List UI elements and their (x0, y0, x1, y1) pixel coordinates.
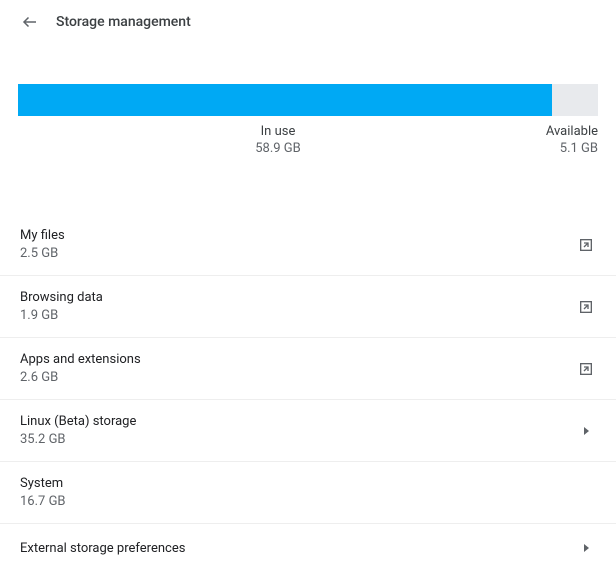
open-external-icon (576, 359, 596, 379)
available-value: 5.1 GB (538, 141, 598, 156)
list-item-apps-extensions[interactable]: Apps and extensions 2.6 GB (0, 338, 616, 400)
available-label: Available (538, 124, 598, 139)
open-external-icon (576, 297, 596, 317)
list-item-title: System (20, 476, 66, 491)
list-item-external-storage[interactable]: External storage preferences (0, 524, 616, 572)
list-item-title: My files (20, 228, 65, 243)
empty-icon (576, 483, 596, 503)
chevron-right-icon (576, 421, 596, 441)
storage-bar-fill (18, 84, 552, 116)
list-item-sub: 16.7 GB (20, 494, 66, 509)
list-item-linux-storage[interactable]: Linux (Beta) storage 35.2 GB (0, 400, 616, 462)
storage-list: My files 2.5 GB Browsing data 1.9 GB App (0, 214, 616, 572)
in-use-value: 58.9 GB (18, 141, 538, 156)
in-use-label: In use (18, 124, 538, 139)
list-item-my-files[interactable]: My files 2.5 GB (0, 214, 616, 276)
list-item-sub: 35.2 GB (20, 432, 136, 447)
open-external-icon (576, 235, 596, 255)
list-item-sub: 1.9 GB (20, 308, 103, 323)
list-item-title: External storage preferences (20, 541, 185, 556)
list-item-browsing-data[interactable]: Browsing data 1.9 GB (0, 276, 616, 338)
list-item-title: Linux (Beta) storage (20, 414, 136, 429)
page-title: Storage management (56, 14, 191, 30)
list-item-title: Apps and extensions (20, 352, 141, 367)
storage-bar (18, 84, 598, 116)
list-item-sub: 2.5 GB (20, 246, 65, 261)
list-item-sub: 2.6 GB (20, 370, 141, 385)
chevron-right-icon (576, 538, 596, 558)
back-icon[interactable] (20, 12, 40, 32)
list-item-system[interactable]: System 16.7 GB (0, 462, 616, 524)
list-item-title: Browsing data (20, 290, 103, 305)
